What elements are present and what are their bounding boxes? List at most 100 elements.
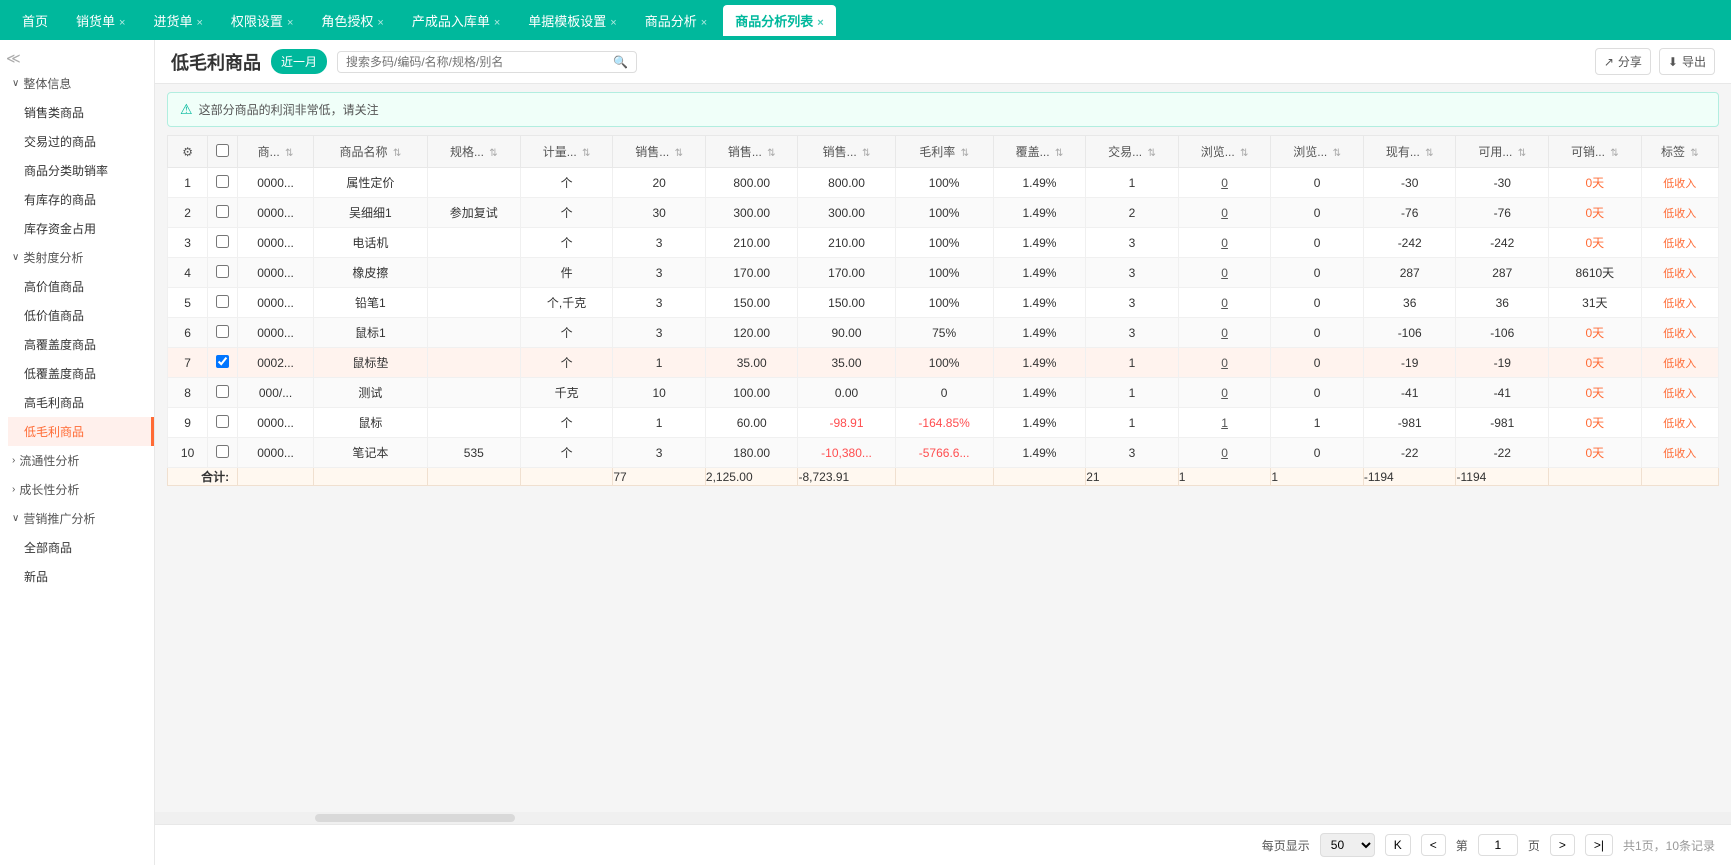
table-row: 7 0002... 鼠标垫 个 1 35.00 35.00 100% 1.49%… bbox=[168, 348, 1719, 378]
row-checkbox-cell[interactable] bbox=[208, 348, 238, 378]
row-sales-price: 170.00 bbox=[705, 258, 798, 288]
th-views2[interactable]: 浏览... ⇅ bbox=[1271, 136, 1364, 168]
nav-home[interactable]: 首页 bbox=[10, 5, 60, 36]
search-icon[interactable]: 🔍 bbox=[613, 55, 628, 69]
nav-role-auth[interactable]: 角色授权× bbox=[309, 5, 395, 36]
th-tag[interactable]: 标签 ⇅ bbox=[1641, 136, 1718, 168]
row-checkbox[interactable] bbox=[216, 235, 229, 248]
close-icon[interactable]: × bbox=[610, 17, 616, 29]
sidebar-item-all-goods[interactable]: 全部商品 bbox=[8, 533, 154, 562]
sidebar-item-high-value[interactable]: 高价值商品 bbox=[8, 272, 154, 301]
th-checkbox[interactable] bbox=[208, 136, 238, 168]
th-sellable-days[interactable]: 可销... ⇅ bbox=[1549, 136, 1642, 168]
page-number-input[interactable] bbox=[1478, 834, 1518, 856]
row-coverage: 1.49% bbox=[993, 198, 1086, 228]
row-checkbox[interactable] bbox=[216, 445, 229, 458]
sidebar-item-high-coverage[interactable]: 高覆盖度商品 bbox=[8, 330, 154, 359]
sidebar-item-in-stock[interactable]: 有库存的商品 bbox=[8, 185, 154, 214]
sidebar-group-marketing[interactable]: ∨ 营销推广分析 bbox=[0, 504, 154, 533]
close-icon[interactable]: × bbox=[701, 17, 707, 29]
close-icon[interactable]: × bbox=[287, 17, 293, 29]
row-checkbox[interactable] bbox=[216, 175, 229, 188]
row-checkbox-cell[interactable] bbox=[208, 378, 238, 408]
nav-product-analysis-list[interactable]: 商品分析列表× bbox=[723, 5, 835, 36]
th-transaction[interactable]: 交易... ⇅ bbox=[1086, 136, 1179, 168]
sidebar-item-low-value[interactable]: 低价值商品 bbox=[8, 301, 154, 330]
sidebar-item-high-margin[interactable]: 高毛利商品 bbox=[8, 388, 154, 417]
th-unit[interactable]: 计量... ⇅ bbox=[520, 136, 613, 168]
sidebar-group-overall[interactable]: ∨ 整体信息 bbox=[0, 69, 154, 98]
row-tag: 低收入 bbox=[1641, 198, 1718, 228]
first-page-button[interactable]: K bbox=[1385, 834, 1411, 856]
row-checkbox-cell[interactable] bbox=[208, 258, 238, 288]
row-checkbox-cell[interactable] bbox=[208, 228, 238, 258]
sidebar-group-circulation[interactable]: › 流通性分析 bbox=[0, 446, 154, 475]
th-gross-margin[interactable]: 毛利率 ⇅ bbox=[895, 136, 993, 168]
export-button[interactable]: ⬇ 导出 bbox=[1659, 48, 1715, 75]
th-coverage[interactable]: 覆盖... ⇅ bbox=[993, 136, 1086, 168]
row-checkbox[interactable] bbox=[216, 325, 229, 338]
sidebar-item-traded-goods[interactable]: 交易过的商品 bbox=[8, 127, 154, 156]
th-views1[interactable]: 浏览... ⇅ bbox=[1178, 136, 1271, 168]
row-checkbox-cell[interactable] bbox=[208, 288, 238, 318]
nav-purchase-order[interactable]: 进货单× bbox=[141, 5, 214, 36]
scrollbar-thumb[interactable] bbox=[315, 814, 515, 822]
sidebar-item-capital[interactable]: 库存资金占用 bbox=[8, 214, 154, 243]
th-current-stock[interactable]: 现有... ⇅ bbox=[1363, 136, 1456, 168]
row-checkbox[interactable] bbox=[216, 265, 229, 278]
close-icon[interactable]: × bbox=[817, 17, 823, 29]
th-sales-price[interactable]: 销售... ⇅ bbox=[705, 136, 798, 168]
close-icon[interactable]: × bbox=[494, 17, 500, 29]
horizontal-scrollbar[interactable] bbox=[155, 812, 1731, 824]
th-sales-qty[interactable]: 销售... ⇅ bbox=[613, 136, 706, 168]
row-checkbox-cell[interactable] bbox=[208, 318, 238, 348]
row-gross-margin: -164.85% bbox=[895, 408, 993, 438]
next-page-button[interactable]: > bbox=[1550, 834, 1575, 856]
th-spec[interactable]: 规格... ⇅ bbox=[427, 136, 520, 168]
sidebar-item-low-margin[interactable]: 低毛利商品 bbox=[8, 417, 154, 446]
sidebar-item-new-goods[interactable]: 新品 bbox=[8, 562, 154, 591]
th-sales-amount[interactable]: 销售... ⇅ bbox=[798, 136, 895, 168]
row-current-stock: -30 bbox=[1363, 168, 1456, 198]
export-icon: ⬇ bbox=[1668, 55, 1678, 69]
time-filter-button[interactable]: 近一月 bbox=[271, 49, 327, 74]
th-available-stock[interactable]: 可用... ⇅ bbox=[1456, 136, 1549, 168]
th-name[interactable]: 商品名称 ⇅ bbox=[313, 136, 427, 168]
prev-page-button[interactable]: < bbox=[1421, 834, 1446, 856]
page-size-select[interactable]: 10 20 50 100 bbox=[1320, 833, 1375, 857]
nav-sales-order[interactable]: 销货单× bbox=[64, 5, 137, 36]
sidebar-item-category-rate[interactable]: 商品分类助销率 bbox=[8, 156, 154, 185]
sidebar-group-growth[interactable]: › 成长性分析 bbox=[0, 475, 154, 504]
row-views2: 0 bbox=[1271, 198, 1364, 228]
nav-template-settings[interactable]: 单据模板设置× bbox=[516, 5, 628, 36]
row-code: 0000... bbox=[238, 438, 314, 468]
sidebar-collapse-btn[interactable]: ≪ bbox=[0, 48, 154, 69]
th-settings[interactable]: ⚙ bbox=[168, 136, 208, 168]
row-checkbox[interactable] bbox=[216, 355, 229, 368]
nav-permission-settings[interactable]: 权限设置× bbox=[219, 5, 305, 36]
row-checkbox[interactable] bbox=[216, 295, 229, 308]
nav-finished-goods[interactable]: 产成品入库单× bbox=[400, 5, 512, 36]
row-views2: 0 bbox=[1271, 318, 1364, 348]
close-icon[interactable]: × bbox=[119, 17, 125, 29]
search-input[interactable] bbox=[346, 55, 613, 69]
sidebar-group-class-analysis[interactable]: ∨ 类射度分析 bbox=[0, 243, 154, 272]
select-all-checkbox[interactable] bbox=[216, 144, 229, 157]
row-checkbox[interactable] bbox=[216, 415, 229, 428]
last-page-button[interactable]: >| bbox=[1585, 834, 1613, 856]
th-code[interactable]: 商... ⇅ bbox=[238, 136, 314, 168]
row-sales-qty: 1 bbox=[613, 348, 706, 378]
share-button[interactable]: ↗ 分享 bbox=[1595, 48, 1651, 75]
nav-product-analysis[interactable]: 商品分析× bbox=[633, 5, 719, 36]
row-checkbox-cell[interactable] bbox=[208, 198, 238, 228]
sidebar-item-sales-goods[interactable]: 销售类商品 bbox=[8, 98, 154, 127]
row-checkbox-cell[interactable] bbox=[208, 438, 238, 468]
row-checkbox[interactable] bbox=[216, 385, 229, 398]
row-sales-amount: 300.00 bbox=[798, 198, 895, 228]
row-checkbox[interactable] bbox=[216, 205, 229, 218]
close-icon[interactable]: × bbox=[196, 17, 202, 29]
row-checkbox-cell[interactable] bbox=[208, 408, 238, 438]
sidebar-item-low-coverage[interactable]: 低覆盖度商品 bbox=[8, 359, 154, 388]
row-checkbox-cell[interactable] bbox=[208, 168, 238, 198]
close-icon[interactable]: × bbox=[377, 17, 383, 29]
